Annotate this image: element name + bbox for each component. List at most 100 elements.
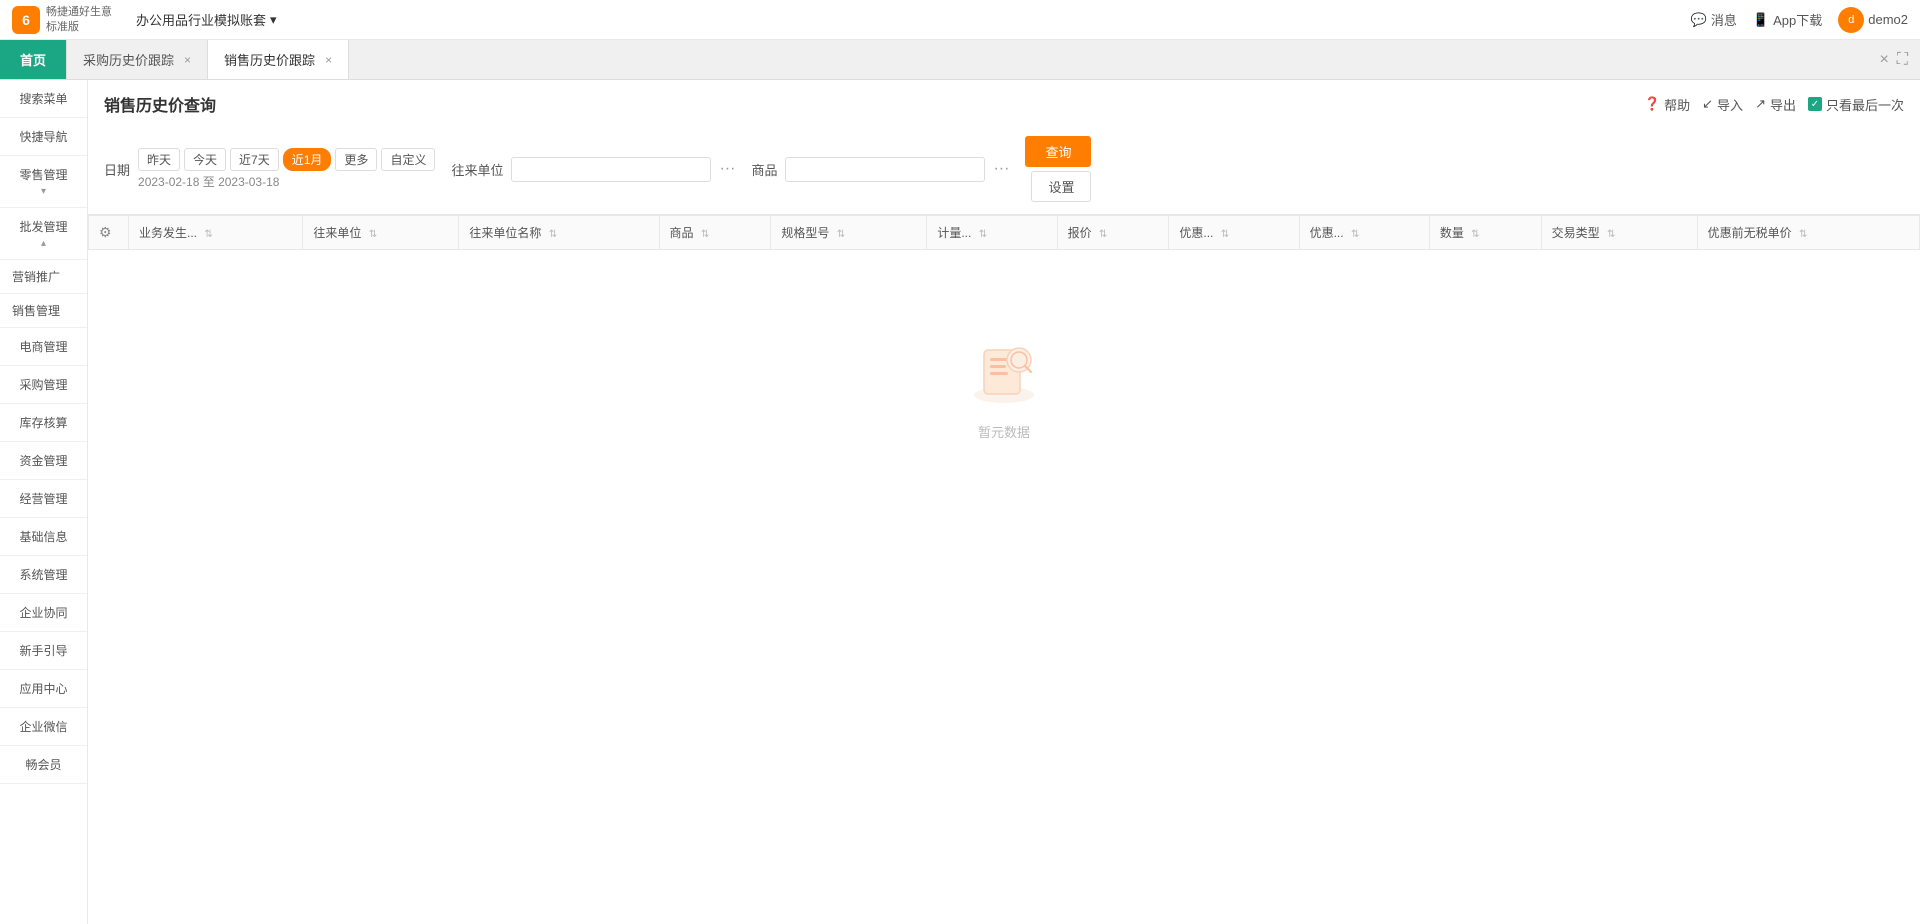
expand-window-btn[interactable]: ⛶ — [1897, 51, 1908, 69]
query-button[interactable]: 查询 — [1025, 136, 1091, 167]
empty-illustration — [964, 330, 1044, 410]
retail-mgmt-label: 零售管理 — [19, 166, 67, 183]
filter-row: 日期 昨天 今天 近7天 近1月 更多 自定义 2023-02-18 至 202… — [104, 126, 1904, 214]
sidebar-item-purchase-mgmt[interactable]: 采购管理 — [0, 366, 87, 404]
export-icon: ↗ — [1755, 96, 1766, 112]
sidebar: 搜索菜单 快捷导航 零售管理 ▾ 批发管理 ▴ 营销推广 销售管理 电商管理 采… — [0, 80, 88, 924]
product-dots-btn[interactable]: ··· — [993, 160, 1009, 178]
th-product[interactable]: 商品 ⇅ — [659, 216, 771, 250]
date-label: 日期 — [104, 160, 130, 179]
empty-text: 暂元数据 — [978, 422, 1030, 441]
sidebar-item-basic-info[interactable]: 基础信息 — [0, 518, 87, 556]
gear-icon[interactable]: ⚙ — [99, 224, 112, 240]
product-input[interactable] — [785, 157, 985, 182]
product-filter-group: 商品 ··· — [751, 157, 1009, 182]
tab-bar: 首页 采购历史价跟踪 × 销售历史价跟踪 × × ⛶ — [0, 40, 1920, 80]
th-pre-tax-price[interactable]: 优惠前无税单价 ⇅ — [1697, 216, 1919, 250]
th-discount2[interactable]: 优惠... ⇅ — [1299, 216, 1429, 250]
th-unit[interactable]: 计量... ⇅ — [927, 216, 1057, 250]
sidebar-item-member[interactable]: 畅会员 — [0, 746, 87, 784]
th-discount1[interactable]: 优惠... ⇅ — [1169, 216, 1299, 250]
date-range-display: 2023-02-18 至 2023-03-18 — [138, 173, 435, 190]
top-bar-left: 6 畅捷通好生意 标准版 办公用品行业模拟账套 ▾ — [12, 5, 277, 34]
sidebar-item-marketing[interactable]: 营销推广 — [0, 260, 87, 294]
partner-dots-btn[interactable]: ··· — [719, 160, 735, 178]
sidebar-item-sales-mgmt[interactable]: 销售管理 — [0, 294, 87, 328]
sort-arrows-pre-tax-price: ⇅ — [1799, 229, 1807, 240]
sidebar-item-enterprise[interactable]: 企业协同 — [0, 594, 87, 632]
table-container: ⚙ 业务发生... ⇅ 往来单位 ⇅ 往来单位名称 ⇅ — [88, 215, 1920, 924]
sort-arrows-product: ⇅ — [701, 229, 709, 240]
sidebar-item-enterprise-wechat[interactable]: 企业微信 — [0, 708, 87, 746]
th-qty[interactable]: 数量 ⇅ — [1429, 216, 1541, 250]
date-buttons-group: 昨天 今天 近7天 近1月 更多 自定义 2023-02-18 至 2023-0… — [138, 148, 435, 190]
download-icon: 📱 — [1753, 12, 1769, 28]
tab-purchase-history[interactable]: 采购历史价跟踪 × — [67, 40, 208, 79]
th-spec[interactable]: 规格型号 ⇅ — [771, 216, 927, 250]
tab-sales-history[interactable]: 销售历史价跟踪 × — [208, 40, 349, 79]
sidebar-item-sys-mgmt[interactable]: 系统管理 — [0, 556, 87, 594]
export-btn[interactable]: ↗ 导出 — [1755, 95, 1796, 114]
only-last-checkbox-label[interactable]: ✓ 只看最后一次 — [1808, 95, 1904, 114]
sidebar-item-app-center[interactable]: 应用中心 — [0, 670, 87, 708]
sort-arrows-partner-name: ⇅ — [549, 229, 557, 240]
sort-arrows-unit: ⇅ — [979, 229, 987, 240]
th-quote[interactable]: 报价 ⇅ — [1057, 216, 1169, 250]
top-bar: 6 畅捷通好生意 标准版 办公用品行业模拟账套 ▾ 💬 消息 📱 App下载 d… — [0, 0, 1920, 40]
sidebar-item-quick-nav[interactable]: 快捷导航 — [0, 118, 87, 156]
chevron-down-icon: ▾ — [41, 186, 46, 197]
help-btn[interactable]: ❓ 帮助 — [1644, 95, 1690, 114]
message-icon: 💬 — [1691, 12, 1707, 28]
logo-text: 畅捷通好生意 标准版 — [46, 5, 112, 34]
top-bar-right: 💬 消息 📱 App下载 d demo2 — [1691, 7, 1908, 33]
page-title: 销售历史价查询 — [104, 92, 216, 116]
th-biz-date[interactable]: 业务发生... ⇅ — [129, 216, 303, 250]
sidebar-item-ecommerce[interactable]: 电商管理 — [0, 328, 87, 366]
wholesale-mgmt-label: 批发管理 — [19, 218, 67, 235]
data-table: ⚙ 业务发生... ⇅ 往来单位 ⇅ 往来单位名称 ⇅ — [88, 215, 1920, 250]
user-menu[interactable]: d demo2 — [1838, 7, 1908, 33]
th-partner-code[interactable]: 往来单位 ⇅ — [303, 216, 459, 250]
avatar: d — [1838, 7, 1864, 33]
th-partner-name[interactable]: 往来单位名称 ⇅ — [459, 216, 659, 250]
sidebar-item-retail-mgmt[interactable]: 零售管理 ▾ — [0, 156, 87, 208]
th-trade-type[interactable]: 交易类型 ⇅ — [1541, 216, 1697, 250]
date-btn-7days[interactable]: 近7天 — [230, 148, 279, 171]
date-btn-custom[interactable]: 自定义 — [381, 148, 435, 171]
date-btn-yesterday[interactable]: 昨天 — [138, 148, 180, 171]
th-settings: ⚙ — [89, 216, 129, 250]
help-icon: ❓ — [1644, 96, 1660, 112]
settings-button[interactable]: 设置 — [1031, 171, 1091, 202]
date-btn-more[interactable]: 更多 — [335, 148, 377, 171]
sidebar-item-search-menu[interactable]: 搜索菜单 — [0, 80, 87, 118]
import-btn[interactable]: ↙ 导入 — [1702, 95, 1743, 114]
sidebar-item-finance[interactable]: 资金管理 — [0, 442, 87, 480]
tab-home[interactable]: 首页 — [0, 40, 67, 79]
sort-arrows-trade-type: ⇅ — [1607, 229, 1615, 240]
sort-arrows-qty: ⇅ — [1471, 229, 1479, 240]
action-buttons: 查询 设置 — [1025, 136, 1091, 202]
sidebar-item-inventory[interactable]: 库存核算 — [0, 404, 87, 442]
sidebar-item-ops-mgmt[interactable]: 经营管理 — [0, 480, 87, 518]
sidebar-item-wholesale-mgmt[interactable]: 批发管理 ▴ — [0, 208, 87, 260]
date-btn-today[interactable]: 今天 — [184, 148, 226, 171]
app-selector[interactable]: 办公用品行业模拟账套 ▾ — [136, 10, 277, 29]
partner-input[interactable] — [511, 157, 711, 182]
app-download-btn[interactable]: 📱 App下载 — [1753, 10, 1822, 29]
close-sales-history-tab[interactable]: × — [325, 53, 332, 67]
close-purchase-history-tab[interactable]: × — [184, 53, 191, 67]
message-btn[interactable]: 💬 消息 — [1691, 10, 1737, 29]
chevron-down-icon: ▾ — [270, 12, 277, 28]
content-area: 销售历史价查询 ❓ 帮助 ↙ 导入 ↗ 导出 ✓ — [88, 80, 1920, 924]
date-btn-1month[interactable]: 近1月 — [283, 148, 332, 171]
partner-filter-group: 往来单位 ··· — [451, 157, 735, 182]
close-window-btn[interactable]: × — [1879, 51, 1888, 69]
logo-icon: 6 — [12, 6, 40, 34]
chevron-up-icon: ▴ — [41, 238, 46, 249]
sort-arrows-spec: ⇅ — [837, 229, 845, 240]
sort-arrows-quote: ⇅ — [1099, 229, 1107, 240]
quick-nav-label: 快捷导航 — [19, 128, 67, 145]
sidebar-item-guide[interactable]: 新手引导 — [0, 632, 87, 670]
sort-arrows-biz-date: ⇅ — [204, 229, 212, 240]
only-last-checkbox[interactable]: ✓ — [1808, 97, 1822, 111]
